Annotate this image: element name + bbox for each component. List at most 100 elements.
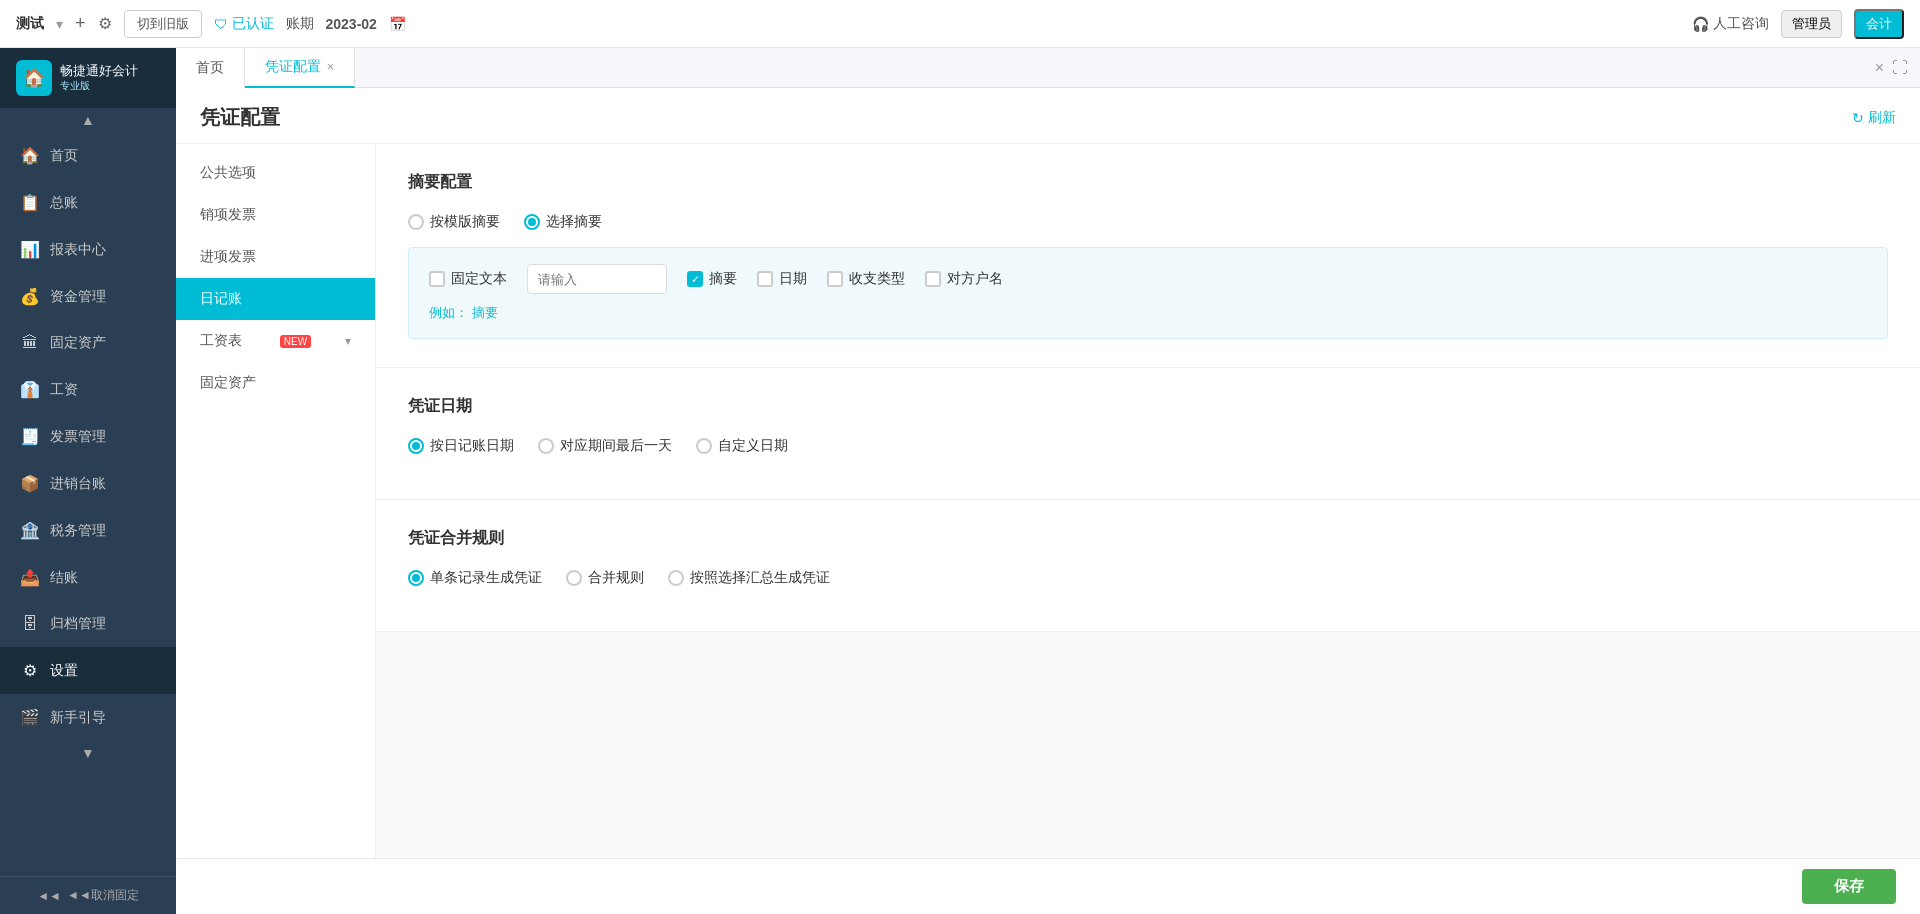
- period-last-radio[interactable]: [538, 438, 554, 454]
- cancel-pin-button[interactable]: ◄◄ ◄◄取消固定: [0, 876, 176, 914]
- select-summary-option[interactable]: 按照选择汇总生成凭证: [668, 569, 830, 587]
- merge-rule-option[interactable]: 合并规则: [566, 569, 644, 587]
- sidebar-label-checkout: 结账: [50, 569, 78, 587]
- date-section: 凭证日期 按日记账日期 对应期间最后一天: [376, 368, 1920, 500]
- left-nav-label-sales-invoice: 销项发票: [200, 206, 256, 224]
- summary-select-radio[interactable]: [524, 214, 540, 230]
- sidebar-item-cashflow[interactable]: 💰 资金管理: [0, 273, 176, 320]
- left-nav-label-journal: 日记账: [200, 290, 242, 308]
- logo-edition: 专业版: [60, 79, 138, 93]
- example-prefix: 例如：: [429, 305, 468, 320]
- left-nav-item-purchase-invoice[interactable]: 进项发票: [176, 236, 375, 278]
- tab-close-button[interactable]: ×: [1875, 59, 1884, 77]
- headset-icon: 🎧: [1692, 16, 1709, 32]
- sidebar-label-tax: 税务管理: [50, 522, 106, 540]
- summary-select-option[interactable]: 选择摘要: [524, 213, 602, 231]
- date-checkbox[interactable]: [757, 271, 773, 287]
- custom-date-radio[interactable]: [696, 438, 712, 454]
- sidebar-item-purchase-sales[interactable]: 📦 进销台账: [0, 460, 176, 507]
- select-summary-label: 按照选择汇总生成凭证: [690, 569, 830, 587]
- left-nav: 公共选项 销项发票 进项发票 日记账 工资表 NEW ▾: [176, 144, 376, 858]
- sidebar-item-checkout[interactable]: 📤 结账: [0, 554, 176, 601]
- dropdown-icon[interactable]: ▾: [56, 16, 63, 32]
- pay-type-checkbox-item[interactable]: 收支类型: [827, 270, 905, 288]
- counterpart-checkbox[interactable]: [925, 271, 941, 287]
- tab-voucher-label: 凭证配置: [265, 58, 321, 76]
- sidebar-scroll-down[interactable]: ▼: [0, 741, 176, 765]
- support-button[interactable]: 🎧 人工咨询: [1692, 15, 1769, 33]
- merge-rule-radio[interactable]: [566, 570, 582, 586]
- settings-icon: ⚙: [20, 661, 40, 680]
- sidebar-item-home[interactable]: 🏠 首页: [0, 132, 176, 179]
- period-last-option[interactable]: 对应期间最后一天: [538, 437, 672, 455]
- sidebar-item-archive[interactable]: 🗄 归档管理: [0, 601, 176, 647]
- sidebar-scroll-up[interactable]: ▲: [0, 108, 176, 132]
- select-summary-radio[interactable]: [668, 570, 684, 586]
- sidebar-label-home: 首页: [50, 147, 78, 165]
- left-nav-item-fixed-assets[interactable]: 固定资产: [176, 362, 375, 404]
- single-radio[interactable]: [408, 570, 424, 586]
- assets-icon: 🏛: [20, 334, 40, 352]
- sidebar-label-reports: 报表中心: [50, 241, 106, 259]
- sidebar-label-settings: 设置: [50, 662, 78, 680]
- left-nav-item-payroll-table[interactable]: 工资表 NEW ▾: [176, 320, 375, 362]
- sidebar-item-reports[interactable]: 📊 报表中心: [0, 226, 176, 273]
- pay-type-checkbox-label: 收支类型: [849, 270, 905, 288]
- sidebar-item-payroll[interactable]: 👔 工资: [0, 366, 176, 413]
- summary-checkbox-item[interactable]: 摘要: [687, 270, 737, 288]
- summary-checkbox[interactable]: [687, 271, 703, 287]
- summary-template-option[interactable]: 按模版摘要: [408, 213, 500, 231]
- journal-date-option[interactable]: 按日记账日期: [408, 437, 514, 455]
- journal-date-radio[interactable]: [408, 438, 424, 454]
- sidebar-item-tax[interactable]: 🏦 税务管理: [0, 507, 176, 554]
- sidebar-logo: 🏠 畅捷通好会计 专业版: [0, 48, 176, 108]
- left-nav-item-sales-invoice[interactable]: 销项发票: [176, 194, 375, 236]
- sidebar-item-invoice[interactable]: 🧾 发票管理: [0, 413, 176, 460]
- summary-template-label: 按模版摘要: [430, 213, 500, 231]
- counterpart-checkbox-item[interactable]: 对方户名: [925, 270, 1003, 288]
- tab-voucher-config[interactable]: 凭证配置 ×: [245, 48, 355, 88]
- accountant-button[interactable]: 会计: [1854, 9, 1904, 39]
- left-nav-item-public[interactable]: 公共选项: [176, 152, 375, 194]
- single-option[interactable]: 单条记录生成凭证: [408, 569, 542, 587]
- sidebar-scroll: ▲ 🏠 首页 📋 总账 📊 报表中心 💰 资金管理 🏛 固定资产: [0, 108, 176, 876]
- sidebar-item-guide[interactable]: 🎬 新手引导: [0, 694, 176, 741]
- admin-button[interactable]: 管理员: [1781, 10, 1842, 38]
- fixed-text-checkbox-item[interactable]: 固定文本: [429, 270, 507, 288]
- shield-icon: 🛡: [214, 16, 228, 32]
- save-button[interactable]: 保存: [1802, 869, 1896, 904]
- calendar-icon[interactable]: 📅: [389, 16, 406, 32]
- left-nav-item-journal[interactable]: 日记账: [176, 278, 375, 320]
- pay-type-checkbox[interactable]: [827, 271, 843, 287]
- two-column-layout: 公共选项 销项发票 进项发票 日记账 工资表 NEW ▾: [176, 144, 1920, 858]
- page-title: 凭证配置: [200, 104, 280, 131]
- fixed-text-input[interactable]: [527, 264, 667, 294]
- sidebar-item-settings[interactable]: ⚙ 设置: [0, 647, 176, 694]
- sidebar-item-assets[interactable]: 🏛 固定资产: [0, 320, 176, 366]
- cancel-pin-label: ◄◄取消固定: [67, 887, 139, 904]
- add-icon[interactable]: +: [75, 13, 86, 34]
- logo-icon: 🏠: [16, 60, 52, 96]
- old-version-button[interactable]: 切到旧版: [124, 10, 202, 38]
- tab-close-icon[interactable]: ×: [327, 60, 334, 74]
- sidebar-label-payroll: 工资: [50, 381, 78, 399]
- merge-section: 凭证合并规则 单条记录生成凭证 合并规则: [376, 500, 1920, 632]
- period-value: 2023-02: [326, 16, 377, 32]
- company-name: 测试: [16, 15, 44, 33]
- tab-home[interactable]: 首页: [176, 48, 245, 88]
- tab-bar: 首页 凭证配置 × × ⛶: [176, 48, 1920, 88]
- tab-expand-button[interactable]: ⛶: [1892, 59, 1908, 77]
- custom-date-option[interactable]: 自定义日期: [696, 437, 788, 455]
- summary-checkbox-row: 固定文本 摘要: [429, 264, 1867, 294]
- purchase-sales-icon: 📦: [20, 474, 40, 493]
- fixed-text-checkbox[interactable]: [429, 271, 445, 287]
- date-checkbox-label: 日期: [779, 270, 807, 288]
- pin-icon: ◄◄: [37, 889, 61, 903]
- date-checkbox-item[interactable]: 日期: [757, 270, 807, 288]
- refresh-button[interactable]: ↻ 刷新: [1852, 109, 1896, 127]
- summary-template-radio[interactable]: [408, 214, 424, 230]
- sidebar-label-archive: 归档管理: [50, 615, 106, 633]
- single-label: 单条记录生成凭证: [430, 569, 542, 587]
- sidebar-item-ledger[interactable]: 📋 总账: [0, 179, 176, 226]
- gear-icon[interactable]: ⚙: [98, 14, 112, 33]
